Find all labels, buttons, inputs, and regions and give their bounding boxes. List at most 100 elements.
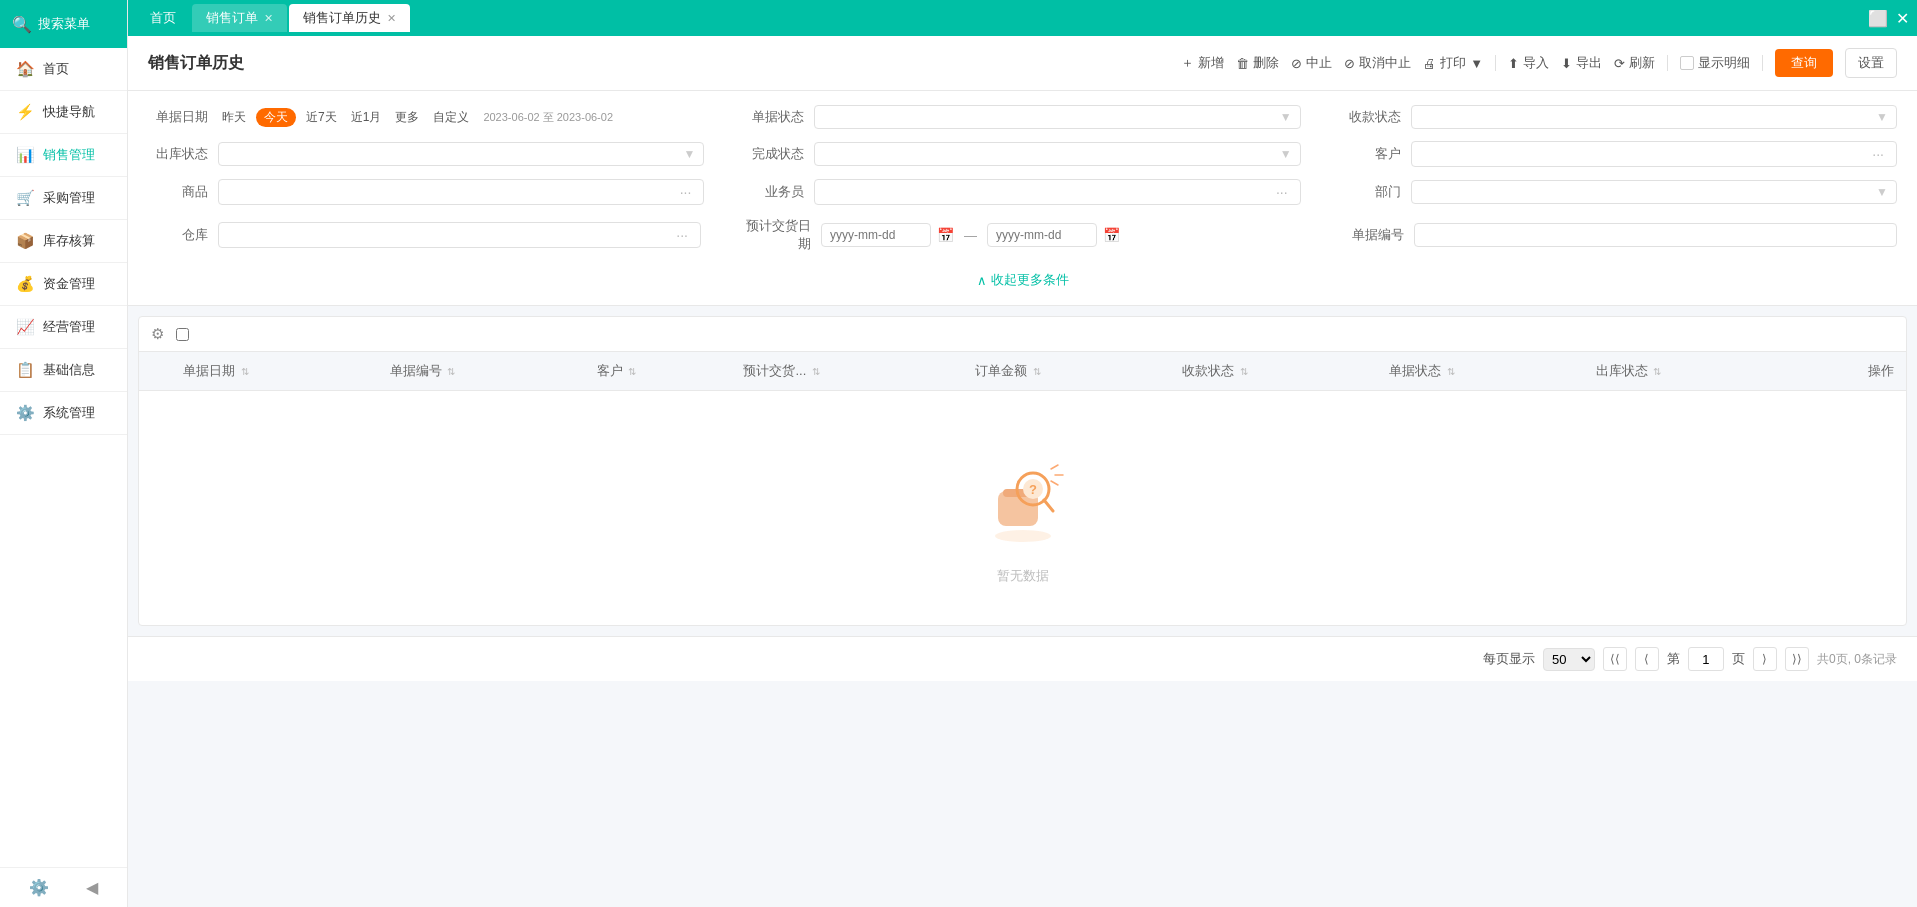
order-status-field[interactable]: ▼ — [814, 105, 1300, 129]
delete-button[interactable]: 🗑 删除 — [1236, 54, 1279, 72]
purchase-icon: 🛒 — [16, 189, 35, 207]
date-today[interactable]: 今天 — [256, 108, 296, 127]
order-status-select[interactable]: ▼ — [814, 105, 1300, 129]
window-restore-icon[interactable]: ⬜ — [1868, 9, 1888, 28]
sidebar-item-system[interactable]: ⚙️ 系统管理 — [0, 392, 127, 435]
settings-button[interactable]: 设置 — [1845, 48, 1897, 78]
sidebar-item-label: 基础信息 — [43, 361, 95, 379]
th-no[interactable]: 单据编号 ⇅ — [378, 352, 585, 391]
date-yesterday[interactable]: 昨天 — [218, 107, 250, 128]
filter-collapse[interactable]: ∧ 收起更多条件 — [148, 265, 1897, 291]
salesperson-select[interactable]: ··· — [814, 179, 1300, 205]
display-toggle[interactable]: 显示明细 — [1680, 54, 1750, 72]
cancel-stop-button[interactable]: ⊘ 取消中止 — [1344, 54, 1411, 72]
refresh-button[interactable]: ⟳ 刷新 — [1614, 54, 1655, 72]
date-7days[interactable]: 近7天 — [302, 107, 341, 128]
calendar-from-icon[interactable]: 📅 — [937, 227, 954, 243]
expected-date-to[interactable] — [987, 223, 1097, 247]
sidebar: 🔍 搜索菜单 🏠 首页 ⚡ 快捷导航 📊 销售管理 🛒 采购管理 📦 库存核算 … — [0, 0, 128, 907]
date-custom[interactable]: 自定义 — [429, 107, 473, 128]
import-button[interactable]: ⬆ 导入 — [1508, 54, 1549, 72]
tab-sales-order[interactable]: 销售订单 ✕ — [192, 4, 287, 32]
tab-sales-order-close[interactable]: ✕ — [264, 13, 273, 24]
tab-bar: 首页 销售订单 ✕ 销售订单历史 ✕ ⬜ ✕ — [128, 0, 1917, 36]
th-expected-delivery[interactable]: 预计交货... ⇅ — [731, 352, 963, 391]
display-toggle-checkbox[interactable] — [1680, 56, 1694, 70]
toolbar-divider-1 — [1495, 55, 1496, 71]
stop-button[interactable]: ⊘ 中止 — [1291, 54, 1332, 72]
payment-status-select[interactable]: ▼ — [1411, 105, 1897, 129]
page-number-input[interactable] — [1688, 647, 1724, 671]
th-delivery-status[interactable]: 出库状态 ⇅ — [1584, 352, 1791, 391]
th-payment-status[interactable]: 收款状态 ⇅ — [1170, 352, 1377, 391]
export-button[interactable]: ⬇ 导出 — [1561, 54, 1602, 72]
department-field[interactable]: ▼ — [1411, 180, 1897, 204]
product-select[interactable]: ··· — [218, 179, 704, 205]
settings-bottom-icon[interactable]: ⚙️ — [29, 878, 49, 897]
svg-line-7 — [1051, 465, 1058, 469]
order-no-field[interactable] — [1414, 223, 1897, 247]
first-page-btn[interactable]: ⟨⟨ — [1603, 647, 1627, 671]
sidebar-item-purchase[interactable]: 🛒 采购管理 — [0, 177, 127, 220]
main-area: 首页 销售订单 ✕ 销售订单历史 ✕ ⬜ ✕ 销售订单历史 ＋ 新增 🗑 — [128, 0, 1917, 907]
sidebar-item-quick-nav[interactable]: ⚡ 快捷导航 — [0, 91, 127, 134]
window-close-icon[interactable]: ✕ — [1896, 9, 1909, 28]
delete-label: 删除 — [1253, 54, 1279, 72]
collapse-label: 收起更多条件 — [991, 271, 1069, 289]
tab-home[interactable]: 首页 — [136, 4, 190, 32]
customer-select[interactable]: ··· — [1411, 141, 1897, 167]
tab-sales-order-history[interactable]: 销售订单历史 ✕ — [289, 4, 410, 32]
sort-customer: ⇅ — [628, 366, 636, 377]
prev-page-btn[interactable]: ⟨ — [1635, 647, 1659, 671]
complete-status-select[interactable]: ▼ — [814, 142, 1300, 166]
th-amount[interactable]: 订单金额 ⇅ — [963, 352, 1170, 391]
per-page-select[interactable]: 50 10 20 100 — [1543, 648, 1595, 671]
tab-bar-right: ⬜ ✕ — [1868, 9, 1909, 28]
delivery-status-field[interactable]: ▼ — [218, 142, 704, 166]
delivery-status-select[interactable]: ▼ — [218, 142, 704, 166]
filter-row-4: 仓库 ··· 预计交货日期 📅 — 📅 单据编号 — [148, 217, 1897, 253]
th-customer[interactable]: 客户 ⇅ — [585, 352, 732, 391]
filter-row-3: 商品 ··· 业务员 ··· 部门 — [148, 179, 1897, 205]
cancel-stop-label: 取消中止 — [1359, 54, 1411, 72]
product-field[interactable]: ··· — [218, 179, 704, 205]
sidebar-item-label: 库存核算 — [43, 232, 95, 250]
collapse-icon[interactable]: ◀ — [86, 878, 98, 897]
new-button[interactable]: ＋ 新增 — [1181, 54, 1224, 72]
print-button[interactable]: 🖨 打印 ▼ — [1423, 54, 1483, 72]
export-label: 导出 — [1576, 54, 1602, 72]
date-more[interactable]: 更多 — [391, 107, 423, 128]
sidebar-item-inventory[interactable]: 📦 库存核算 — [0, 220, 127, 263]
th-date[interactable]: 单据日期 ⇅ — [171, 352, 378, 391]
query-button[interactable]: 查询 — [1775, 49, 1833, 77]
last-page-btn[interactable]: ⟩⟩ — [1785, 647, 1809, 671]
department-select[interactable]: ▼ — [1411, 180, 1897, 204]
warehouse-select[interactable]: ··· — [218, 222, 701, 248]
salesperson-field[interactable]: ··· — [814, 179, 1300, 205]
date-filter: 昨天 今天 近7天 近1月 更多 自定义 2023-06-02 至 2023-0… — [218, 107, 613, 128]
complete-status-field[interactable]: ▼ — [814, 142, 1300, 166]
th-order-status[interactable]: 单据状态 ⇅ — [1377, 352, 1584, 391]
calendar-to-icon[interactable]: 📅 — [1103, 227, 1120, 243]
sidebar-item-basic[interactable]: 📋 基础信息 — [0, 349, 127, 392]
svg-line-5 — [1044, 500, 1053, 511]
expected-date-from[interactable] — [821, 223, 931, 247]
sidebar-search[interactable]: 🔍 搜索菜单 — [0, 0, 127, 48]
sidebar-item-home[interactable]: 🏠 首页 — [0, 48, 127, 91]
warehouse-field[interactable]: ··· — [218, 222, 701, 248]
customer-field[interactable]: ··· — [1411, 141, 1897, 167]
payment-status-field[interactable]: ▼ — [1411, 105, 1897, 129]
order-no-input[interactable] — [1414, 223, 1897, 247]
stop-icon: ⊘ — [1291, 56, 1302, 71]
date-1month[interactable]: 近1月 — [347, 107, 386, 128]
sidebar-item-finance[interactable]: 💰 资金管理 — [0, 263, 127, 306]
payment-status-label: 收款状态 — [1341, 108, 1401, 126]
tab-sales-order-history-close[interactable]: ✕ — [387, 13, 396, 24]
next-page-btn[interactable]: ⟩ — [1753, 647, 1777, 671]
sidebar-item-operation[interactable]: 📈 经营管理 — [0, 306, 127, 349]
sidebar-item-sales[interactable]: 📊 销售管理 — [0, 134, 127, 177]
table-settings-icon[interactable]: ⚙ — [151, 325, 164, 343]
select-all-checkbox[interactable] — [176, 328, 189, 341]
sidebar-bottom: ⚙️ ◀ — [0, 867, 127, 907]
th-checkbox — [139, 352, 171, 391]
